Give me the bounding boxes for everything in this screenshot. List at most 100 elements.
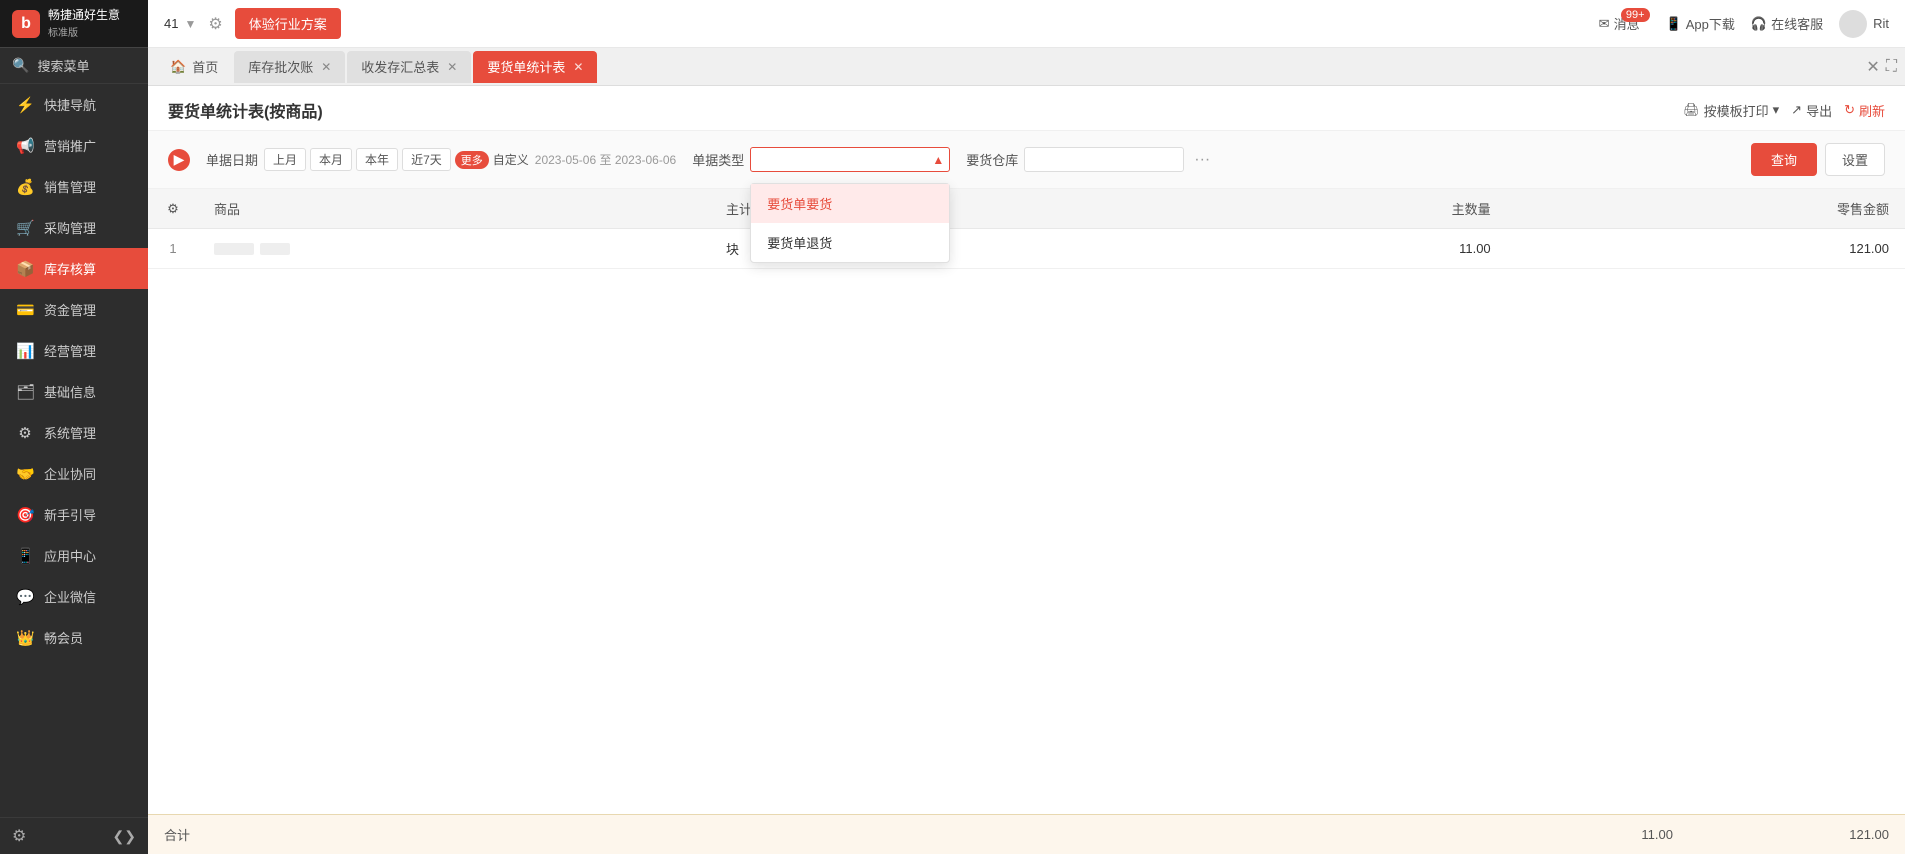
dropdown-item-order-return[interactable]: 要货单退货 xyxy=(751,223,949,262)
app-center-icon: 📱 xyxy=(16,547,34,565)
footer-label: 合计 xyxy=(164,825,224,844)
brand-sub: 标准版 xyxy=(48,24,120,39)
tab-batch-account-label: 库存批次账 xyxy=(248,57,313,76)
export-label: 导出 xyxy=(1806,101,1832,120)
app-brand: 畅捷通好生意 标准版 xyxy=(48,8,120,39)
type-filter-label: 单据类型 xyxy=(692,150,744,169)
tab-close-all-button[interactable]: ✕ xyxy=(1866,57,1879,77)
date-btn-this-month[interactable]: 本月 xyxy=(310,148,352,171)
settings-button[interactable]: 设置 xyxy=(1825,143,1885,176)
sidebar-settings-icon[interactable]: ⚙ xyxy=(12,826,26,846)
warehouse-input[interactable] xyxy=(1024,147,1184,172)
product-placeholder-2 xyxy=(260,243,290,255)
store-selector[interactable]: 41 ▼ xyxy=(164,16,196,31)
sidebar-item-label: 销售管理 xyxy=(44,177,96,196)
basic-icon: 🗂 xyxy=(16,383,34,401)
sidebar-item-inventory[interactable]: 📦 库存核算 xyxy=(0,248,148,289)
sidebar-item-label: 营销推广 xyxy=(44,136,96,155)
store-chevron-icon: ▼ xyxy=(184,17,196,31)
search-button[interactable]: 查询 xyxy=(1751,143,1817,176)
row-num: 1 xyxy=(148,229,198,269)
product-cell xyxy=(198,229,710,269)
tab-batch-account[interactable]: 库存批次账 ✕ xyxy=(234,51,345,83)
sidebar-item-label: 快捷导航 xyxy=(44,95,96,114)
sidebar-item-guide[interactable]: 🎯 新手引导 xyxy=(0,494,148,535)
type-input[interactable] xyxy=(750,147,950,172)
enterprise-icon: 🤝 xyxy=(16,465,34,483)
date-shortcuts: 上月 本月 本年 近7天 更多 自定义 xyxy=(264,148,529,171)
dropdown-item-order-goods[interactable]: 要货单要货 xyxy=(751,184,949,223)
user-avatar-area[interactable]: Rit xyxy=(1839,10,1889,38)
sidebar-item-wechat[interactable]: 💬 企业微信 xyxy=(0,576,148,617)
tabbar: 🏠 首页 库存批次账 ✕ 收发存汇总表 ✕ 要货单统计表 ✕ ✕ ⛶ xyxy=(148,48,1905,86)
system-icon: ⚙ xyxy=(16,424,34,442)
topbar-right: ✉ 消息 99+ 📱 App下载 🎧 在线客服 Rit xyxy=(1599,10,1889,38)
sidebar-item-purchase[interactable]: 🛒 采购管理 xyxy=(0,207,148,248)
table-body: 1 块 11.00 121.00 xyxy=(148,229,1905,269)
trial-button[interactable]: 体验行业方案 xyxy=(235,8,341,39)
app-download-link[interactable]: 📱 App下载 xyxy=(1666,14,1735,33)
refresh-button[interactable]: ↻ 刷新 xyxy=(1844,101,1885,120)
app-download-label: App下载 xyxy=(1686,14,1735,33)
sidebar-item-finance[interactable]: 💳 资金管理 xyxy=(0,289,148,330)
date-custom-button[interactable]: 自定义 xyxy=(493,151,529,168)
sidebar-item-marketing[interactable]: 📢 营销推广 xyxy=(0,125,148,166)
phone-icon: 📱 xyxy=(1666,16,1682,32)
date-btn-last-month[interactable]: 上月 xyxy=(264,148,306,171)
export-button[interactable]: ↗ 导出 xyxy=(1791,101,1832,120)
table-header-row: ⚙ 商品 主计量单位 主数量 零售金额 xyxy=(148,189,1905,229)
dropdown-item-order-return-label: 要货单退货 xyxy=(767,236,832,251)
col-settings[interactable]: ⚙ xyxy=(148,189,198,229)
sidebar-item-label: 企业微信 xyxy=(44,587,96,606)
sidebar-search[interactable]: 🔍 搜索菜单 xyxy=(0,48,148,84)
sidebar-item-member[interactable]: 👑 畅会员 xyxy=(0,617,148,658)
online-service-link[interactable]: 🎧 在线客服 xyxy=(1751,14,1823,33)
tabbar-right-controls: ✕ ⛶ xyxy=(1866,57,1897,77)
tab-order-stats-close[interactable]: ✕ xyxy=(573,60,583,74)
tab-receive-summary-close[interactable]: ✕ xyxy=(447,60,457,74)
warehouse-more-icon[interactable]: ··· xyxy=(1194,151,1210,169)
sidebar-item-quick-nav[interactable]: ⚡ 快捷导航 xyxy=(0,84,148,125)
tab-expand-button[interactable]: ⛶ xyxy=(1886,57,1897,77)
topbar-gear-icon[interactable]: ⚙ xyxy=(208,14,222,34)
type-input-wrapper: ▲ 要货单要货 要货单退货 xyxy=(750,147,950,172)
inventory-icon: 📦 xyxy=(16,260,34,278)
purchase-icon: 🛒 xyxy=(16,219,34,237)
message-icon: ✉ xyxy=(1599,16,1610,32)
sidebar-item-app-center[interactable]: 📱 应用中心 xyxy=(0,535,148,576)
dropdown-item-order-goods-label: 要货单要货 xyxy=(767,197,832,212)
messages-badge[interactable]: ✉ 消息 99+ xyxy=(1599,14,1640,33)
member-icon: 👑 xyxy=(16,629,34,647)
sidebar-bottom: ⚙ ❮❯ xyxy=(0,817,148,854)
wechat-icon: 💬 xyxy=(16,588,34,606)
refresh-icon: ↻ xyxy=(1844,102,1855,118)
store-number: 41 xyxy=(164,16,178,31)
sidebar-item-basic[interactable]: 🗂 基础信息 xyxy=(0,371,148,412)
sidebar-item-system[interactable]: ⚙ 系统管理 xyxy=(0,412,148,453)
print-button[interactable]: 🖨 按模板打印 ▾ xyxy=(1683,101,1779,120)
sidebar-item-operation[interactable]: 📊 经营管理 xyxy=(0,330,148,371)
date-btn-last-7-days[interactable]: 近7天 xyxy=(402,148,451,171)
quick-nav-icon: ⚡ xyxy=(16,96,34,114)
col-settings-icon: ⚙ xyxy=(167,201,179,216)
qty-cell: 11.00 xyxy=(1170,229,1507,269)
sidebar-item-sales[interactable]: 💰 销售管理 xyxy=(0,166,148,207)
page-title: 要货单统计表(按商品) xyxy=(168,98,323,122)
sales-icon: 💰 xyxy=(16,178,34,196)
col-qty: 主数量 xyxy=(1170,189,1507,229)
date-btn-this-year[interactable]: 本年 xyxy=(356,148,398,171)
filter-expand-button[interactable]: ▶ xyxy=(168,149,190,171)
sidebar-collapse-icon[interactable]: ❮❯ xyxy=(113,828,136,845)
tab-home[interactable]: 🏠 首页 xyxy=(156,51,232,83)
tab-receive-summary[interactable]: 收发存汇总表 ✕ xyxy=(347,51,471,83)
sidebar-item-enterprise[interactable]: 🤝 企业协同 xyxy=(0,453,148,494)
tab-order-stats-label: 要货单统计表 xyxy=(487,57,565,76)
sidebar-item-label: 系统管理 xyxy=(44,423,96,442)
date-filter-label: 单据日期 xyxy=(206,150,258,169)
tab-order-stats[interactable]: 要货单统计表 ✕ xyxy=(473,51,597,83)
marketing-icon: 📢 xyxy=(16,137,34,155)
type-dropdown: 要货单要货 要货单退货 xyxy=(750,183,950,263)
date-more-badge[interactable]: 更多 xyxy=(455,151,489,169)
tab-batch-account-close[interactable]: ✕ xyxy=(321,60,331,74)
data-table: ⚙ 商品 主计量单位 主数量 零售金额 1 xyxy=(148,189,1905,269)
